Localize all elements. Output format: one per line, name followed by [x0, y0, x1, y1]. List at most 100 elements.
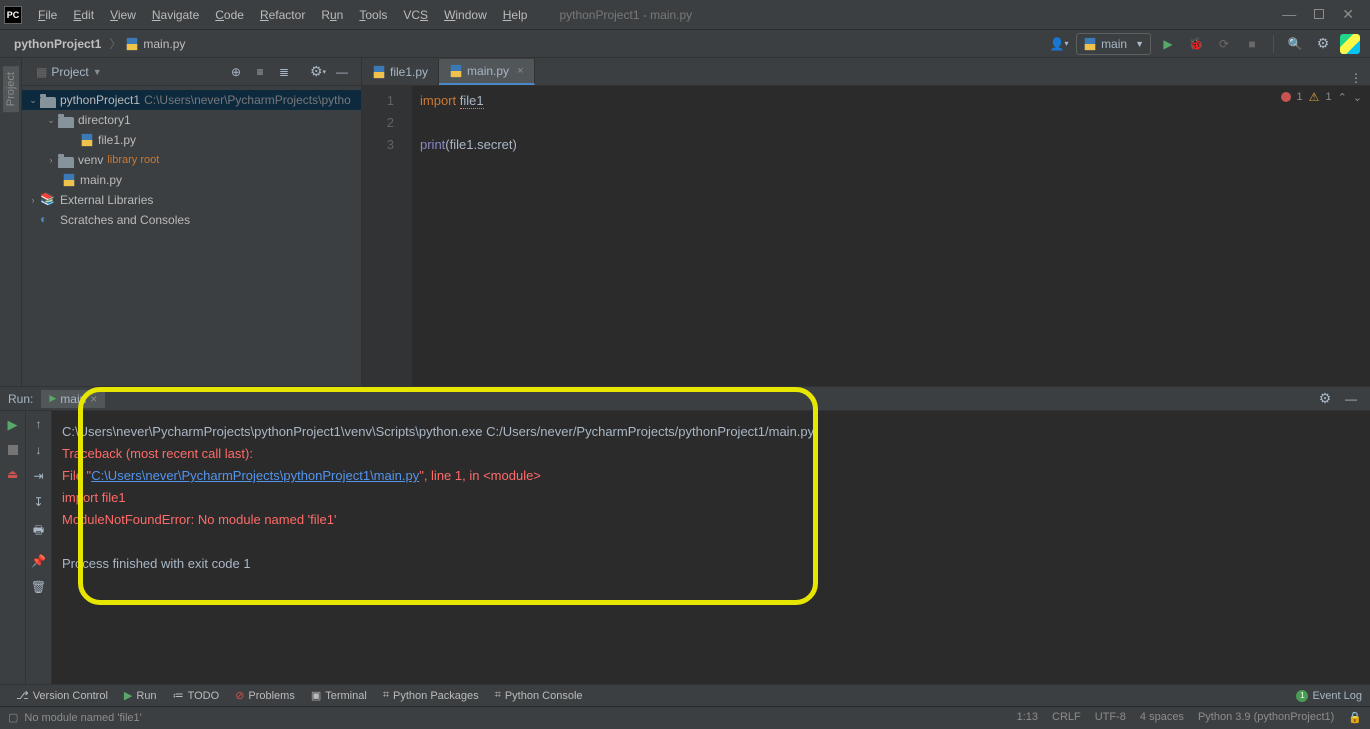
run-button[interactable]: ▶: [1157, 33, 1179, 55]
chevron-right-icon: 〉: [105, 35, 125, 52]
collapse-icon[interactable]: ≣: [273, 61, 295, 83]
console-output[interactable]: C:\Users\never\PycharmProjects\pythonPro…: [52, 411, 1370, 684]
tab-main[interactable]: main.py ×: [439, 59, 534, 85]
menu-file[interactable]: File: [30, 6, 65, 24]
hide-panel-icon[interactable]: —: [1340, 388, 1362, 410]
chevron-up-icon[interactable]: ⌃: [1338, 91, 1347, 104]
play-icon: ▶: [49, 393, 56, 404]
breadcrumb-file[interactable]: main.py: [139, 37, 189, 51]
traceback-line: Traceback (most recent call last):: [62, 443, 1360, 465]
up-icon[interactable]: ↑: [36, 417, 42, 431]
tree-path: C:\Users\never\PycharmProjects\pytho: [144, 93, 351, 107]
rail-project-tab[interactable]: Project: [3, 66, 19, 112]
folder-icon: [58, 117, 74, 128]
stop-button[interactable]: ■: [1241, 33, 1263, 55]
play-icon: ▶: [124, 689, 132, 702]
settings-icon[interactable]: ⚙: [1312, 33, 1334, 55]
lock-icon[interactable]: 🔒: [1348, 711, 1362, 724]
trash-icon[interactable]: 🗑: [31, 580, 46, 594]
maximize-icon[interactable]: [1314, 6, 1324, 23]
run-config-name: main: [1101, 37, 1127, 51]
tree-file1[interactable]: file1.py: [22, 130, 361, 150]
run-settings-icon[interactable]: ⚙: [1314, 388, 1336, 410]
indent-config[interactable]: 4 spaces: [1140, 711, 1184, 724]
close-icon[interactable]: ×: [90, 392, 97, 406]
traceback-error: ModuleNotFoundError: No module named 'fi…: [62, 509, 1360, 531]
traceback-line: File ": [62, 468, 91, 483]
traceback-link[interactable]: C:\Users\never\PycharmProjects\pythonPro…: [91, 468, 419, 483]
pycharm-logo-icon[interactable]: [1340, 34, 1360, 54]
tabs-more-icon[interactable]: ⋮: [1342, 71, 1370, 85]
tab-file1[interactable]: file1.py: [362, 59, 439, 85]
file-encoding[interactable]: UTF-8: [1095, 711, 1126, 724]
tw-run[interactable]: ▶Run: [116, 689, 165, 702]
tree-venv[interactable]: › venv library root: [22, 150, 361, 170]
code-area[interactable]: import file1 print(file1.secret): [412, 86, 1370, 386]
menu-run[interactable]: Run: [313, 6, 351, 24]
menu-navigate[interactable]: Navigate: [144, 6, 207, 24]
caret-position[interactable]: 1:13: [1017, 711, 1038, 724]
menu-code[interactable]: Code: [207, 6, 252, 24]
window-title: pythonProject1 - main.py: [559, 8, 692, 22]
scratch-icon: ◐: [40, 212, 56, 228]
breadcrumb-project[interactable]: pythonProject1: [10, 37, 105, 51]
pin-icon[interactable]: 📌: [31, 554, 46, 568]
rerun-icon[interactable]: ▶: [8, 417, 18, 433]
scroll-end-icon[interactable]: ↧: [33, 495, 43, 509]
tw-todo[interactable]: ≔TODO: [165, 689, 228, 702]
minimize-icon[interactable]: —: [1282, 6, 1296, 23]
run-tab[interactable]: ▶ main ×: [41, 390, 105, 408]
menu-view[interactable]: View: [102, 6, 144, 24]
exit-icon[interactable]: ⏏: [7, 467, 18, 481]
left-tool-rail: Project: [0, 58, 22, 386]
project-tree[interactable]: ⌄ pythonProject1 C:\Users\never\PycharmP…: [22, 86, 361, 234]
tw-terminal[interactable]: ▣Terminal: [303, 689, 375, 702]
line-separator[interactable]: CRLF: [1052, 711, 1081, 724]
expand-icon[interactable]: ≡: [249, 61, 271, 83]
locate-icon[interactable]: ⊕: [225, 61, 247, 83]
chevron-down-icon[interactable]: ⌄: [1353, 91, 1362, 104]
hide-pane-icon[interactable]: —: [331, 61, 353, 83]
editor[interactable]: 1 2 3 import file1 print(file1.secret) 1…: [362, 86, 1370, 386]
menu-vcs[interactable]: VCS: [395, 6, 436, 24]
close-tab-icon[interactable]: ×: [517, 65, 523, 77]
coverage-button[interactable]: ⟳: [1213, 33, 1235, 55]
tw-python-console[interactable]: ⌗Python Console: [487, 689, 591, 702]
run-config-selector[interactable]: main ▼: [1076, 33, 1151, 55]
run-tab-label: main: [60, 392, 86, 406]
menu-help[interactable]: Help: [495, 6, 536, 24]
print-icon[interactable]: 🖶: [33, 521, 44, 542]
tree-label: pythonProject1: [60, 93, 140, 107]
gutter: 1 2 3: [362, 86, 412, 386]
menu-tools[interactable]: Tools: [351, 6, 395, 24]
debug-button[interactable]: 🐞: [1185, 33, 1207, 55]
line-number: 2: [362, 112, 412, 134]
python-interpreter[interactable]: Python 3.9 (pythonProject1): [1198, 711, 1334, 724]
close-icon[interactable]: ✕: [1342, 6, 1354, 23]
tw-python-packages[interactable]: ⌗Python Packages: [375, 689, 487, 702]
tree-external-libs[interactable]: › 📚 External Libraries: [22, 190, 361, 210]
menu-window[interactable]: Window: [436, 6, 495, 24]
tw-version-control[interactable]: ⎇Version Control: [8, 689, 116, 702]
menu-refactor[interactable]: Refactor: [252, 6, 313, 24]
soft-wrap-icon[interactable]: ⇥: [33, 469, 43, 483]
menu-edit[interactable]: Edit: [65, 6, 102, 24]
paren: ): [513, 137, 517, 152]
tree-scratches[interactable]: ◐ Scratches and Consoles: [22, 210, 361, 230]
status-bar: ▢ No module named 'file1' 1:13 CRLF UTF-…: [0, 706, 1370, 728]
project-view-selector[interactable]: ▦ Project ▼: [30, 63, 108, 81]
tree-mainpy[interactable]: main.py: [22, 170, 361, 190]
add-user-icon[interactable]: 👤▾: [1048, 33, 1070, 55]
app-icon: PC: [4, 6, 22, 24]
todo-icon: ≔: [173, 689, 184, 702]
stop-icon[interactable]: [8, 445, 18, 455]
tree-root[interactable]: ⌄ pythonProject1 C:\Users\never\PycharmP…: [22, 90, 361, 110]
status-icon[interactable]: ▢: [8, 711, 18, 724]
down-icon[interactable]: ↓: [36, 443, 42, 457]
tree-dir[interactable]: ⌄ directory1: [22, 110, 361, 130]
tw-event-log[interactable]: Event Log: [1312, 690, 1362, 702]
tw-problems[interactable]: ⊘Problems: [227, 689, 303, 702]
inspection-widget[interactable]: 1 ⚠1 ⌃ ⌄: [1281, 90, 1362, 104]
view-options-icon[interactable]: ⚙▾: [307, 61, 329, 83]
search-icon[interactable]: 🔍: [1284, 33, 1306, 55]
